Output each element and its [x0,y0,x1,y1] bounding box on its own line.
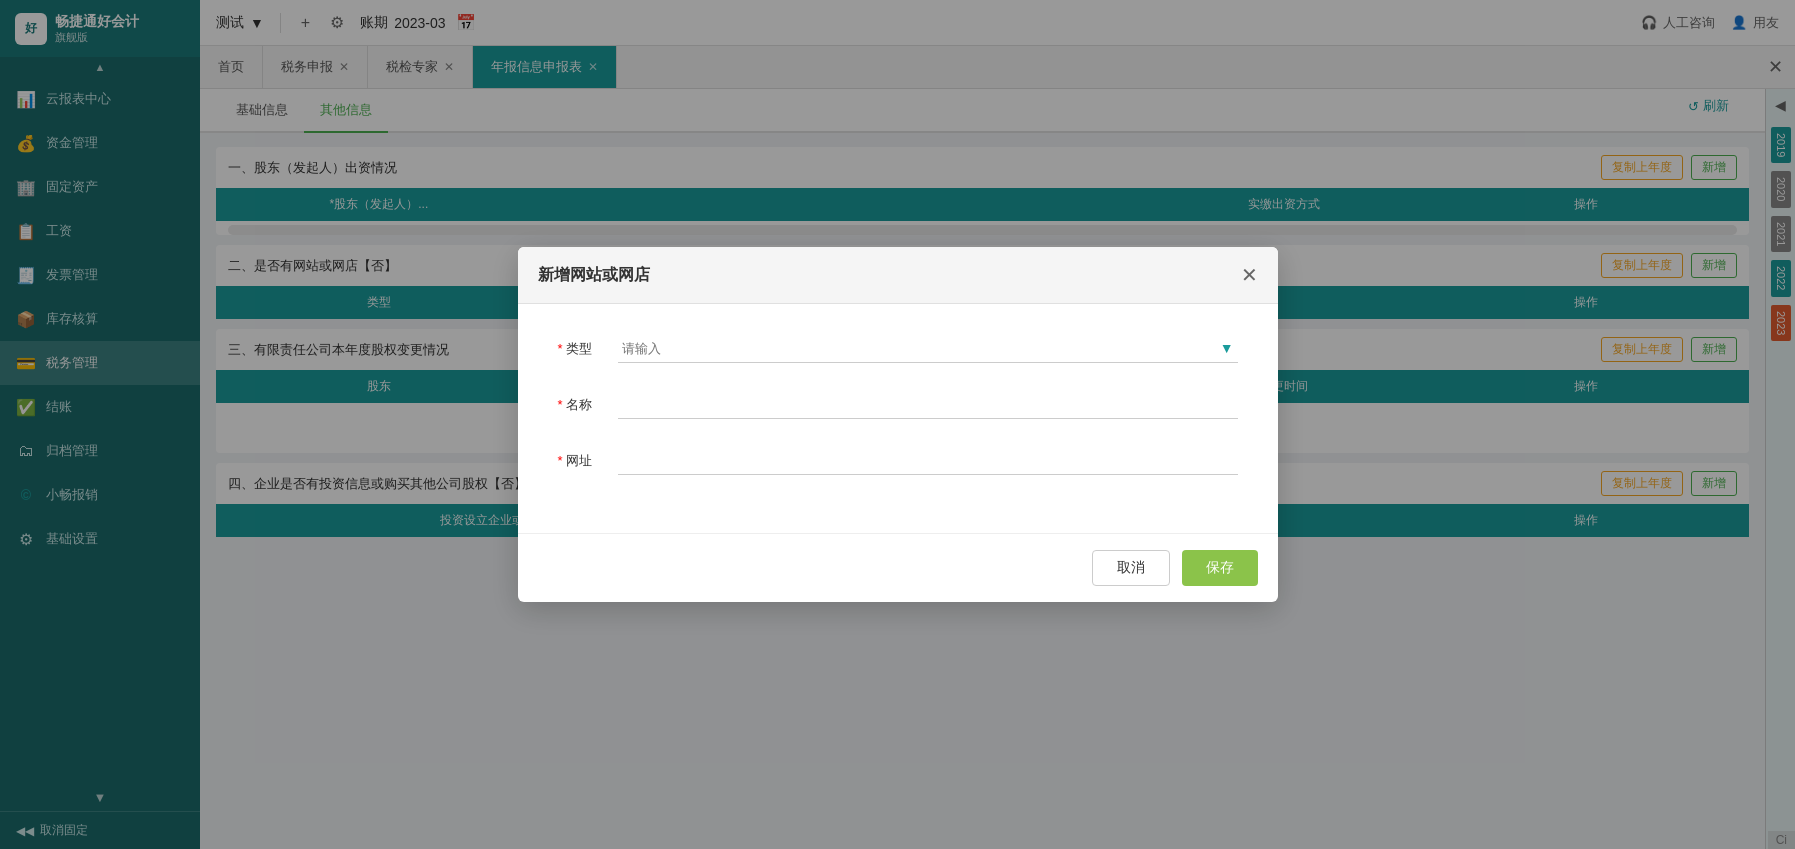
type-label: * 类型 [558,340,618,358]
form-row-name: * 名称 [558,391,1238,419]
modal-overlay: 新增网站或网店 ✕ * 类型 ▼ * 名称 [0,0,1795,849]
url-input[interactable] [618,447,1238,475]
modal-title: 新增网站或网店 [538,265,650,286]
name-input[interactable] [618,391,1238,419]
type-input[interactable] [622,341,1220,356]
required-star: * [558,341,563,356]
type-select[interactable]: ▼ [618,334,1238,363]
modal-body: * 类型 ▼ * 名称 * 网址 [518,304,1278,533]
modal-header: 新增网站或网店 ✕ [518,247,1278,304]
modal-close-button[interactable]: ✕ [1241,263,1258,287]
name-label: * 名称 [558,396,618,414]
required-star: * [558,453,563,468]
cancel-button[interactable]: 取消 [1092,550,1170,586]
form-row-url: * 网址 [558,447,1238,475]
modal-footer: 取消 保存 [518,533,1278,602]
save-button[interactable]: 保存 [1182,550,1258,586]
form-row-type: * 类型 ▼ [558,334,1238,363]
required-star: * [558,397,563,412]
dropdown-arrow-icon: ▼ [1220,340,1234,356]
modal-add-website: 新增网站或网店 ✕ * 类型 ▼ * 名称 [518,247,1278,602]
url-label: * 网址 [558,452,618,470]
